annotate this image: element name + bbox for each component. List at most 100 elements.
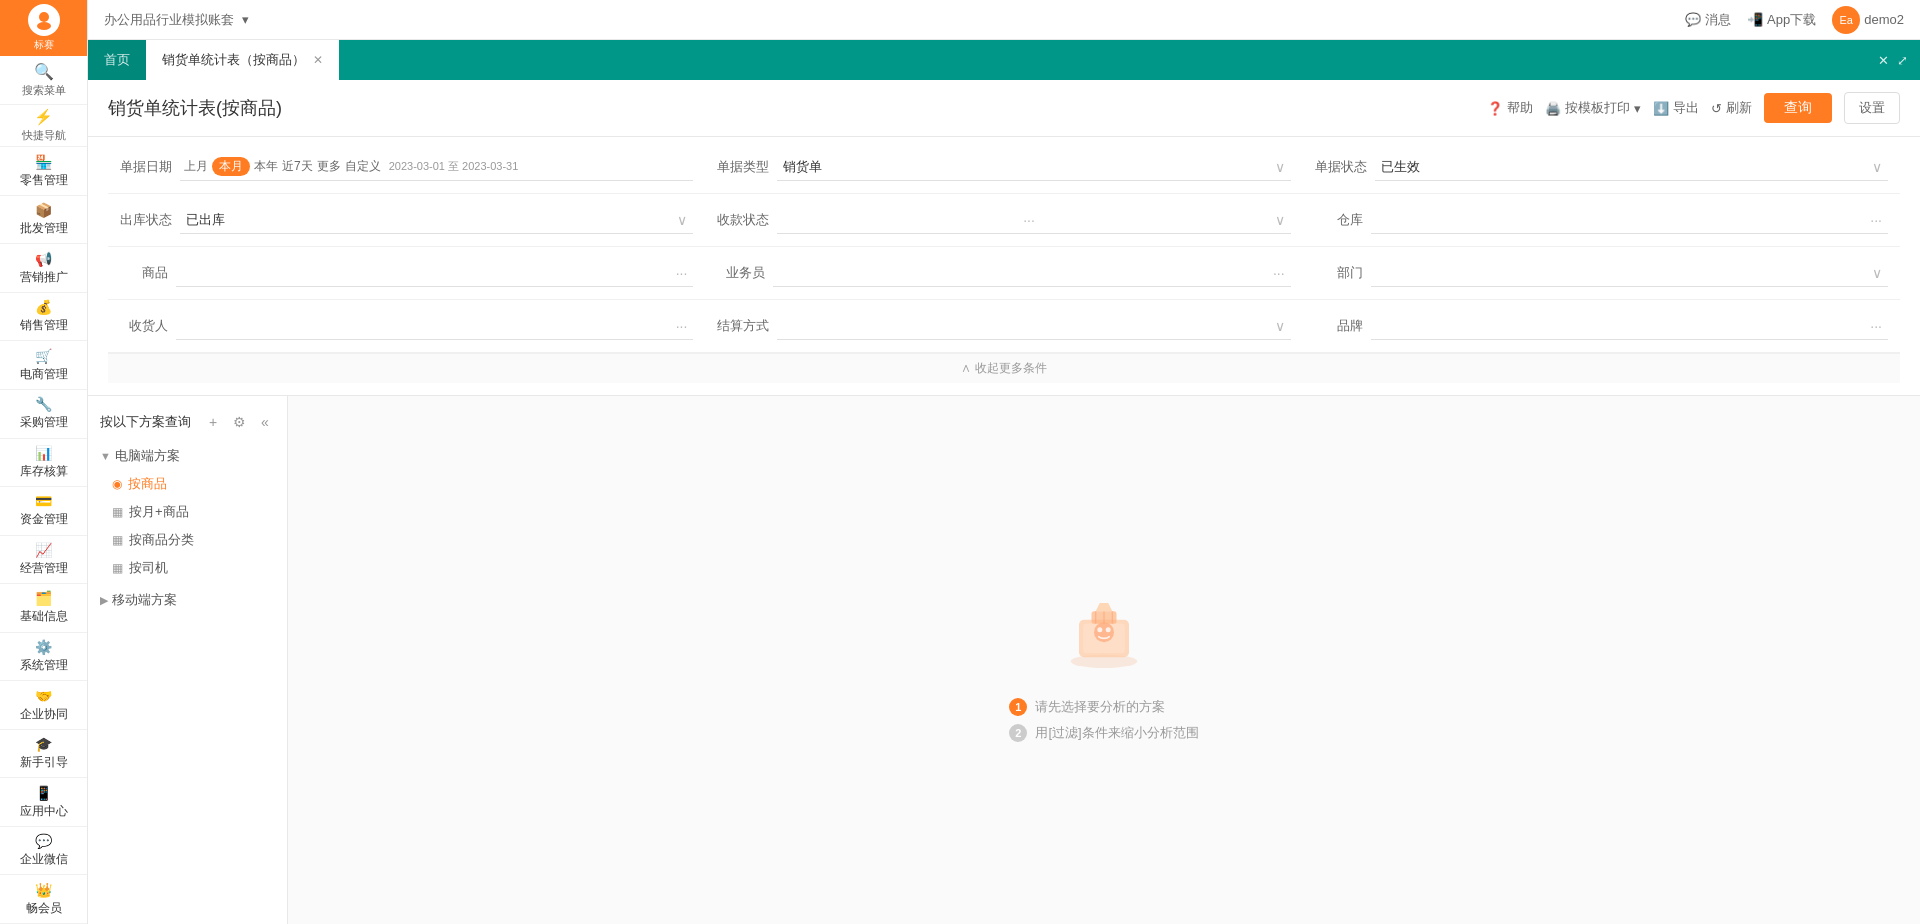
industry-label: 办公用品行业模拟账套	[104, 11, 234, 29]
finance-icon: 💳	[35, 493, 52, 509]
sidebar-item-purchase[interactable]: 🔧 采购管理	[0, 390, 88, 439]
sidebar-item-member[interactable]: 👑 畅会员	[0, 875, 88, 924]
scheme-settings-btn[interactable]: ⚙	[229, 412, 249, 432]
by-goods-icon: ◉	[112, 477, 122, 491]
finance-label: 资金管理	[20, 511, 68, 528]
brand-value[interactable]: ···	[1371, 312, 1888, 340]
sidebar-item-marketing[interactable]: 📢 营销推广	[0, 244, 88, 293]
scheme-group-mobile-header[interactable]: ▶ 移动端方案	[88, 586, 287, 614]
recipient-dots-icon: ···	[676, 318, 688, 334]
sidebar-item-operation[interactable]: 📈 经营管理	[0, 536, 88, 585]
sidebar-item-wholesale[interactable]: 📦 批发管理	[0, 196, 88, 245]
sidebar-item-system[interactable]: ⚙️ 系统管理	[0, 633, 88, 682]
app-name: 标赛	[34, 38, 54, 52]
tab-expand-close-icon: ✕	[1878, 53, 1889, 68]
scheme-item-month-goods[interactable]: ▦ 按月+商品	[88, 498, 287, 526]
print-btn[interactable]: 🖨️ 按模板打印 ▾	[1545, 99, 1641, 117]
salesperson-value[interactable]: ···	[773, 259, 1290, 287]
warehouse-status-chevron-icon: ∨	[677, 212, 687, 228]
left-panel: 按以下方案查询 + ⚙ «	[88, 396, 288, 924]
main-area: 办公用品行业模拟账套 ▾ 💬 消息 📲 App下载 Ea demo2 首页	[88, 0, 1920, 924]
empty-tip-2: 2 用[过滤]条件来缩小分析范围	[1009, 724, 1198, 742]
goods-value[interactable]: ···	[176, 259, 693, 287]
settings-btn[interactable]: 设置	[1844, 92, 1900, 124]
tab-expand-icon: ⤢	[1897, 53, 1908, 68]
download-label: App下载	[1767, 11, 1816, 29]
sidebar-item-retail[interactable]: 🏪 零售管理	[0, 147, 88, 196]
date-range: 2023-03-01 至 2023-03-31	[389, 159, 519, 174]
empty-tip-1: 1 请先选择要分析的方案	[1009, 698, 1198, 716]
sidebar-item-cooperation[interactable]: 🤝 企业协同	[0, 681, 88, 730]
scheme-item-driver[interactable]: ▦ 按司机	[88, 554, 287, 582]
date-tab-cur-month[interactable]: 本月	[212, 157, 250, 176]
member-icon: 👑	[35, 882, 52, 898]
sidebar-item-guide[interactable]: 🎓 新手引导	[0, 730, 88, 779]
tab-expand[interactable]: ✕ ⤢	[1866, 40, 1920, 80]
add-icon: +	[209, 414, 217, 430]
filter-date: 单据日期 上月 本月 本年 近7天 更多 自定义 2023-03-01 至 20…	[108, 149, 705, 185]
export-icon: ⬇️	[1653, 101, 1669, 116]
date-tab-7days[interactable]: 近7天	[282, 158, 313, 175]
warehouse-status-label: 出库状态	[120, 211, 180, 229]
empty-tips: 1 请先选择要分析的方案 2 用[过滤]条件来缩小分析范围	[1009, 698, 1198, 742]
tab-sales-stats[interactable]: 销货单统计表（按商品） ✕	[146, 40, 339, 80]
filter-warehouse-status: 出库状态 已出库 ∨	[108, 202, 705, 238]
department-value[interactable]: ∨	[1371, 259, 1888, 287]
doc-status-value[interactable]: 已生效 ∨	[1375, 153, 1888, 181]
scheme-item-month-goods-label: 按月+商品	[129, 503, 189, 521]
date-tab-more[interactable]: 更多	[317, 158, 341, 175]
help-btn[interactable]: ❓ 帮助	[1487, 99, 1533, 117]
app-logo[interactable]: 标赛	[0, 0, 88, 56]
refresh-icon: ↺	[1711, 101, 1722, 116]
tab-close-icon[interactable]: ✕	[313, 53, 323, 67]
scheme-item-by-goods[interactable]: ◉ 按商品	[88, 470, 287, 498]
sidebar-item-appstore[interactable]: 📱 应用中心	[0, 778, 88, 827]
settlement-value[interactable]: ∨	[777, 312, 1290, 340]
search-label: 搜索菜单	[22, 83, 66, 98]
doc-type-value[interactable]: 销货单 ∨	[777, 153, 1290, 181]
warehouse-value[interactable]: ···	[1371, 206, 1888, 234]
svg-point-7	[1106, 627, 1111, 632]
scheme-group-desktop-label: 电脑端方案	[115, 447, 180, 465]
payment-status-value[interactable]: ··· ∨	[777, 206, 1290, 234]
user-avatar: Ea	[1832, 6, 1860, 34]
refresh-label: 刷新	[1726, 99, 1752, 117]
driver-icon: ▦	[112, 561, 123, 575]
collapse-label: ∧ 收起更多条件	[961, 360, 1046, 377]
sidebar-item-ecom[interactable]: 🛒 电商管理	[0, 341, 88, 390]
message-btn[interactable]: 💬 消息	[1685, 11, 1731, 29]
recipient-value[interactable]: ···	[176, 312, 693, 340]
sidebar-item-wechat[interactable]: 💬 企业微信	[0, 827, 88, 876]
warehouse-dots-icon: ···	[1870, 212, 1882, 228]
date-tab-prev[interactable]: 上月	[184, 158, 208, 175]
tab-home[interactable]: 首页	[88, 40, 146, 80]
dropdown-icon[interactable]: ▾	[242, 12, 249, 27]
filter-department: 部门 ∨	[1303, 255, 1900, 291]
svg-marker-12	[1096, 603, 1113, 611]
header-right: 💬 消息 📲 App下载 Ea demo2	[1685, 6, 1904, 34]
sidebar-item-inventory[interactable]: 📊 库存核算	[0, 439, 88, 488]
query-label: 查询	[1784, 99, 1812, 117]
scheme-group-desktop-header[interactable]: ▼ 电脑端方案	[88, 442, 287, 470]
date-tab-custom[interactable]: 自定义	[345, 158, 381, 175]
retail-icon: 🏪	[35, 154, 52, 170]
scheme-group-mobile: ▶ 移动端方案	[88, 586, 287, 614]
sidebar-item-basic[interactable]: 🗂️ 基础信息	[0, 584, 88, 633]
sidebar-search[interactable]: 🔍 搜索菜单	[0, 56, 88, 105]
user-menu[interactable]: Ea demo2	[1832, 6, 1904, 34]
query-btn[interactable]: 查询	[1764, 93, 1832, 123]
app-download-btn[interactable]: 📲 App下载	[1747, 11, 1816, 29]
export-btn[interactable]: ⬇️ 导出	[1653, 99, 1699, 117]
sidebar-item-sales[interactable]: 💰 销售管理	[0, 293, 88, 342]
scheme-collapse-btn[interactable]: «	[255, 412, 275, 432]
date-tab-year[interactable]: 本年	[254, 158, 278, 175]
filter-doc-status: 单据状态 已生效 ∨	[1303, 149, 1900, 185]
scheme-item-category[interactable]: ▦ 按商品分类	[88, 526, 287, 554]
scheme-add-btn[interactable]: +	[203, 412, 223, 432]
collapse-filters-btn[interactable]: ∧ 收起更多条件	[108, 353, 1900, 383]
sidebar-quick-nav[interactable]: ⚡ 快捷导航	[0, 105, 88, 148]
refresh-btn[interactable]: ↺ 刷新	[1711, 99, 1752, 117]
sidebar-item-finance[interactable]: 💳 资金管理	[0, 487, 88, 536]
basic-icon: 🗂️	[35, 590, 52, 606]
warehouse-status-value[interactable]: 已出库 ∨	[180, 206, 693, 234]
